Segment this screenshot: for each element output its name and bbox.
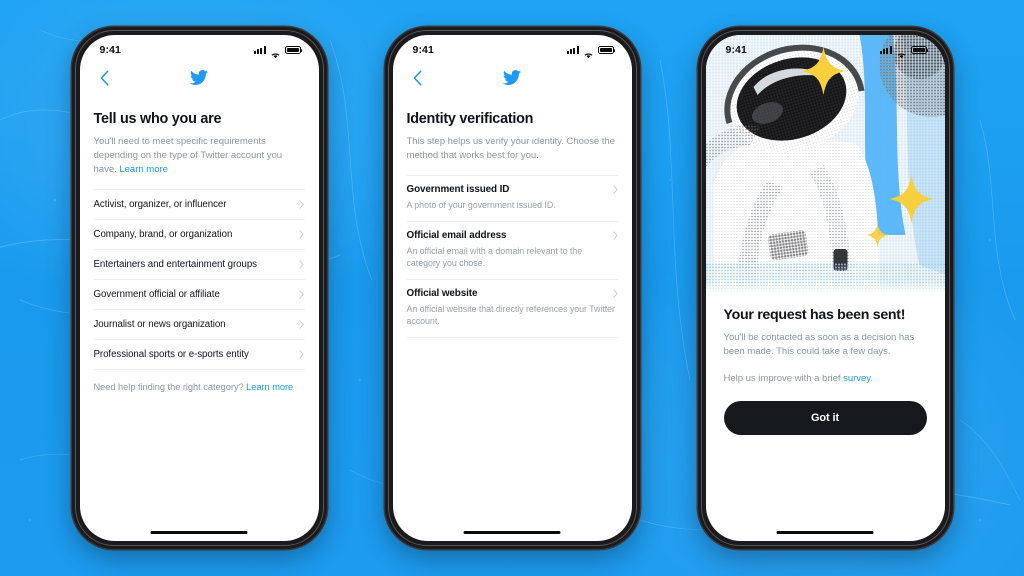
- battery-icon: [910, 46, 929, 54]
- help-footer: Need help finding the right category? Le…: [94, 382, 305, 392]
- category-label: Professional sports or e-sports entity: [93, 349, 249, 360]
- method-description: An official website that directly refere…: [406, 303, 616, 327]
- category-label: Journalist or news organization: [93, 319, 226, 330]
- list-item[interactable]: Government issued ID A photo of your gov…: [406, 175, 618, 222]
- method-description: An official email with a domain relevant…: [406, 245, 583, 269]
- category-label: Company, brand, or organization: [93, 229, 233, 240]
- screen-confirmation: 9:41 Your request has been sent! You'll …: [705, 35, 945, 541]
- page-title: Your request has been sent!: [723, 307, 906, 323]
- back-button[interactable]: [407, 67, 429, 89]
- home-indicator[interactable]: [776, 530, 874, 534]
- method-title: Government issued ID: [406, 184, 510, 195]
- help-learn-more-link[interactable]: Learn more: [246, 382, 293, 392]
- home-indicator[interactable]: [463, 530, 561, 534]
- status-icons: [253, 46, 303, 59]
- nav-bar: [80, 61, 319, 95]
- category-list: Activist, organizer, or influencer Compa…: [93, 189, 305, 370]
- content-confirmation: Your request has been sent! You'll be co…: [706, 293, 945, 541]
- phone-confirmation: 9:41 Your request has been sent! You'll …: [697, 27, 953, 549]
- chevron-right-icon: [612, 288, 618, 298]
- list-item[interactable]: Official email address An official email…: [406, 222, 618, 280]
- survey-text: Help us improve with a brief: [723, 373, 844, 385]
- chevron-right-icon: [298, 350, 304, 359]
- category-label: Government official or affiliate: [93, 289, 220, 300]
- page-title: Tell us who you are: [93, 111, 222, 127]
- wifi-icon: [270, 46, 281, 59]
- category-label: Activist, organizer, or influencer: [93, 199, 227, 210]
- verification-method-list: Government issued ID A photo of your gov…: [406, 175, 618, 338]
- status-bar: 9:41: [80, 35, 319, 61]
- confirmation-paragraph: You'll be contacted as soon as a decisio…: [723, 332, 915, 358]
- list-item[interactable]: Government official or affiliate: [93, 280, 305, 310]
- phone-mockups-row: 9:41 Tell us who you are You'll need to …: [0, 0, 1024, 576]
- method-header: Government issued ID: [407, 184, 618, 195]
- list-item[interactable]: Journalist or news organization: [93, 310, 305, 340]
- screen-categories: 9:41 Tell us who you are You'll need to …: [79, 35, 319, 541]
- twitter-bird-icon: [189, 70, 209, 86]
- list-item[interactable]: Professional sports or e-sports entity: [93, 340, 305, 370]
- method-description: A photo of your government issued ID.: [406, 200, 556, 210]
- content-identity: Identity verification This step helps us…: [393, 95, 632, 541]
- survey-text-suffix: .: [870, 373, 873, 385]
- home-indicator[interactable]: [150, 530, 248, 534]
- page-title: Identity verification: [406, 111, 534, 127]
- twitter-bird-icon: [502, 70, 522, 86]
- method-title: Official website: [406, 287, 478, 299]
- astronaut-halftone-illustration: [705, 35, 945, 293]
- survey-link[interactable]: survey: [843, 373, 870, 384]
- status-time: 9:41: [99, 44, 121, 56]
- list-item[interactable]: Official website An official website tha…: [406, 280, 618, 338]
- method-header: Official website: [407, 288, 618, 299]
- status-time: 9:41: [725, 44, 747, 56]
- cellular-signal-icon: [253, 46, 266, 54]
- wifi-icon: [896, 46, 907, 59]
- chevron-right-icon: [298, 200, 304, 209]
- chevron-left-icon: [413, 70, 422, 86]
- chevron-right-icon: [612, 230, 618, 240]
- cellular-signal-icon: [566, 46, 579, 54]
- back-button[interactable]: [94, 67, 116, 89]
- screen-identity: 9:41 Identity verification This step hel…: [392, 35, 632, 541]
- status-bar: 9:41: [706, 35, 945, 61]
- list-item[interactable]: Entertainers and entertainment groups: [93, 250, 305, 280]
- status-bar: 9:41: [393, 35, 632, 61]
- method-header: Official email address: [407, 230, 618, 241]
- content-categories: Tell us who you are You'll need to meet …: [80, 95, 319, 541]
- learn-more-link[interactable]: Learn more: [119, 164, 168, 175]
- hero-fade: [705, 281, 945, 293]
- battery-icon: [284, 46, 303, 54]
- wifi-icon: [583, 46, 594, 59]
- chevron-right-icon: [612, 185, 618, 194]
- nav-bar: [393, 61, 632, 95]
- chevron-right-icon: [298, 230, 304, 239]
- help-footer-text: Need help finding the right category?: [93, 382, 247, 392]
- list-item[interactable]: Company, brand, or organization: [93, 220, 305, 250]
- page-subtitle: This step helps us verify your identity.…: [406, 136, 616, 161]
- status-icons: [879, 46, 929, 59]
- chevron-right-icon: [298, 290, 304, 299]
- chevron-right-icon: [298, 260, 304, 269]
- phone-categories: 9:41 Tell us who you are You'll need to …: [71, 27, 327, 549]
- phone-identity: 9:41 Identity verification This step hel…: [384, 27, 640, 549]
- cellular-signal-icon: [879, 46, 892, 54]
- page-subtitle: You'll need to meet specific requirement…: [94, 135, 305, 177]
- list-item[interactable]: Activist, organizer, or influencer: [93, 189, 305, 220]
- survey-paragraph: Help us improve with a brief survey.: [724, 372, 927, 386]
- status-time: 9:41: [412, 44, 434, 56]
- method-title: Official email address: [406, 229, 507, 241]
- chevron-right-icon: [298, 320, 304, 329]
- status-icons: [566, 46, 616, 59]
- category-label: Entertainers and entertainment groups: [93, 259, 258, 270]
- got-it-button[interactable]: Got it: [723, 400, 927, 435]
- battery-icon: [597, 46, 616, 54]
- chevron-left-icon: [100, 70, 109, 86]
